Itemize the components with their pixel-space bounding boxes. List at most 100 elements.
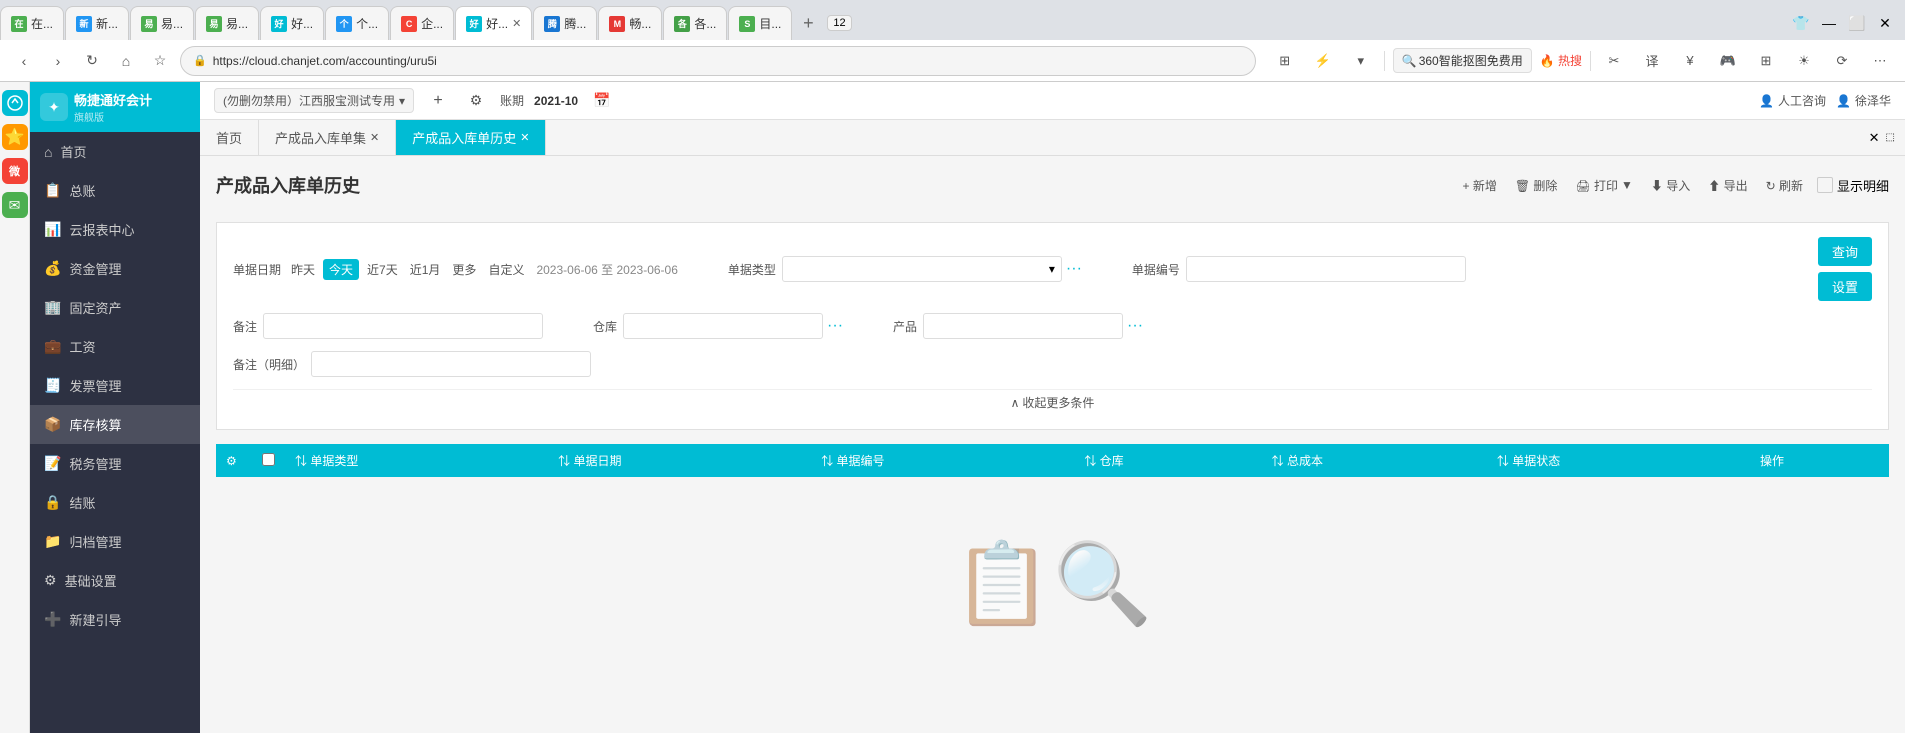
refresh-button[interactable]: ↻ 刷新 (1762, 175, 1807, 196)
tab-t8[interactable]: 好 好... ✕ (455, 6, 532, 40)
company-settings-icon[interactable]: ⚙ (462, 87, 490, 115)
layout-icon[interactable]: ⊞ (1751, 46, 1781, 76)
warehouse-filter-input[interactable] (623, 313, 823, 339)
settings-button[interactable]: 设置 (1818, 272, 1872, 301)
refresh-button[interactable]: ↻ (78, 47, 106, 75)
show-detail-checkbox[interactable] (1817, 177, 1833, 193)
detail-remark-input[interactable] (311, 351, 591, 377)
sidebar-item-salary[interactable]: 💼 工资 (30, 327, 200, 366)
calendar-icon[interactable]: 📅 (588, 87, 616, 115)
print-button[interactable]: 🖨 打印 ▼ (1571, 175, 1636, 196)
brightness-icon[interactable]: ☀ (1789, 46, 1819, 76)
hot-search[interactable]: 🔥 热搜 (1540, 52, 1582, 69)
close-button[interactable]: ✕ (1873, 11, 1897, 35)
bookmark-button[interactable]: ☆ (146, 47, 174, 75)
tab-t5[interactable]: 好 好... (260, 6, 324, 40)
delete-button[interactable]: 🗑 删除 (1511, 175, 1562, 196)
date-btn-today[interactable]: 今天 (323, 259, 359, 280)
sidebar-item-inventory[interactable]: 📦 库存核算 (30, 405, 200, 444)
product-filter-input[interactable] (923, 313, 1123, 339)
export-button[interactable]: ⬆ 导出 (1704, 175, 1751, 196)
tab-t1[interactable]: 在 在... (0, 6, 64, 40)
collapse-button[interactable]: ∧ 收起更多条件 (233, 389, 1872, 415)
tab-history-close[interactable]: ✕ (520, 131, 529, 144)
user-avatar[interactable]: 👤 徐泽华 (1836, 92, 1891, 109)
shirt-icon[interactable]: 👕 (1789, 11, 1813, 35)
translate-icon[interactable]: 译 (1637, 46, 1667, 76)
right-expand-icon[interactable]: ⬚ (1886, 132, 1895, 143)
sync-icon[interactable]: ⟳ (1827, 46, 1857, 76)
user-service-button[interactable]: 👤 人工咨询 (1759, 92, 1826, 109)
sidebar-item-report[interactable]: 📊 云报表中心 (30, 210, 200, 249)
tab-t12[interactable]: S 目... (728, 6, 792, 40)
game-icon[interactable]: 🎮 (1713, 46, 1743, 76)
date-btn-1month[interactable]: 近1月 (406, 259, 445, 280)
type-select[interactable]: ▾ (782, 256, 1062, 282)
show-detail-toggle[interactable]: 显示明细 (1817, 176, 1889, 195)
search-bar[interactable]: 🔍 360智能抠图免费用 (1393, 48, 1532, 73)
sidebar-item-assets[interactable]: 🏢 固定资产 (30, 288, 200, 327)
col-date[interactable]: ⇅ 单据日期 (548, 444, 811, 477)
date-btn-7days[interactable]: 近7天 (363, 259, 402, 280)
col-status[interactable]: ⇅ 单据状态 (1487, 444, 1750, 477)
sidebar-item-finance[interactable]: 💰 资金管理 (30, 249, 200, 288)
dropdown-icon[interactable]: ▾ (1346, 46, 1376, 76)
tab-t4[interactable]: 易 易... (195, 6, 259, 40)
sidebar-icon-mail[interactable]: ✉ (2, 192, 28, 218)
yuan-icon[interactable]: ¥ (1675, 46, 1705, 76)
sidebar-icon-star[interactable]: ⭐ (2, 124, 28, 150)
company-selector[interactable]: (勿删勿禁用）江西服宝测试专用 ▾ (214, 88, 414, 113)
tab-history[interactable]: 产成品入库单历史 ✕ (396, 120, 546, 155)
remark-filter-input[interactable] (263, 313, 543, 339)
query-button[interactable]: 查询 (1818, 237, 1872, 266)
grid-icon[interactable]: ⊞ (1270, 46, 1300, 76)
col-settings[interactable]: ⚙ (216, 444, 252, 477)
settings-col-icon[interactable]: ⚙ (226, 454, 237, 468)
sidebar-icon-home[interactable] (2, 90, 28, 116)
type-more-dots[interactable]: ··· (1066, 260, 1082, 278)
more-icon[interactable]: ⋯ (1865, 46, 1895, 76)
tab-list-close[interactable]: ✕ (370, 131, 379, 144)
product-more-dots[interactable]: ··· (1127, 317, 1143, 335)
tab-t10[interactable]: M 畅... (598, 6, 662, 40)
sidebar-item-invoice[interactable]: 🧾 发票管理 (30, 366, 200, 405)
col-type[interactable]: ⇅ 单据类型 (285, 444, 548, 477)
sidebar-item-tax[interactable]: 📝 税务管理 (30, 444, 200, 483)
sidebar-item-new-guide[interactable]: ➕ 新建引导 (30, 600, 200, 639)
number-filter-input[interactable] (1186, 256, 1466, 282)
tab-list[interactable]: 产成品入库单集 ✕ (259, 120, 396, 155)
tab-t7[interactable]: C 企... (390, 6, 454, 40)
right-close-icon[interactable]: ✕ (1869, 130, 1880, 146)
lightning-icon[interactable]: ⚡ (1308, 46, 1338, 76)
tab-home[interactable]: 首页 (200, 120, 259, 155)
date-btn-more[interactable]: 更多 (448, 259, 480, 280)
sidebar-item-home[interactable]: ⌂ 首页 (30, 132, 200, 171)
col-total-cost[interactable]: ⇅ 总成本 (1262, 444, 1487, 477)
scissors-icon[interactable]: ✂ (1599, 46, 1629, 76)
tab-t3[interactable]: 易 易... (130, 6, 194, 40)
tab-t11[interactable]: 各 各... (663, 6, 727, 40)
add-company-button[interactable]: + (424, 87, 452, 115)
col-warehouse[interactable]: ⇅ 仓库 (1074, 444, 1261, 477)
import-button[interactable]: ⬇ 导入 (1647, 175, 1694, 196)
warehouse-more-dots[interactable]: ··· (827, 317, 843, 335)
address-input[interactable]: 🔒 https://cloud.chanjet.com/accounting/u… (180, 46, 1256, 76)
new-tab-button[interactable]: + (793, 6, 823, 40)
select-all-checkbox[interactable] (262, 453, 275, 466)
tab-t9[interactable]: 腾 腾... (533, 6, 597, 40)
sidebar-item-settings[interactable]: ⚙ 基础设置 (30, 561, 200, 600)
home-button[interactable]: ⌂ (112, 47, 140, 75)
tab-close-t8[interactable]: ✕ (512, 17, 521, 30)
forward-button[interactable]: › (44, 47, 72, 75)
sidebar-item-close-period[interactable]: 🔒 结账 (30, 483, 200, 522)
date-btn-custom[interactable]: 自定义 (484, 259, 528, 280)
minimize-button[interactable]: — (1817, 11, 1841, 35)
maximize-button[interactable]: ⬜ (1845, 11, 1869, 35)
sidebar-item-archive[interactable]: 📁 归档管理 (30, 522, 200, 561)
col-number[interactable]: ⇅ 单据编号 (811, 444, 1074, 477)
sidebar-item-ledger[interactable]: 📋 总账 (30, 171, 200, 210)
date-btn-yesterday[interactable]: 昨天 (287, 259, 319, 280)
sidebar-icon-weibo[interactable]: 微 (2, 158, 28, 184)
back-button[interactable]: ‹ (10, 47, 38, 75)
tab-t2[interactable]: 新 新... (65, 6, 129, 40)
